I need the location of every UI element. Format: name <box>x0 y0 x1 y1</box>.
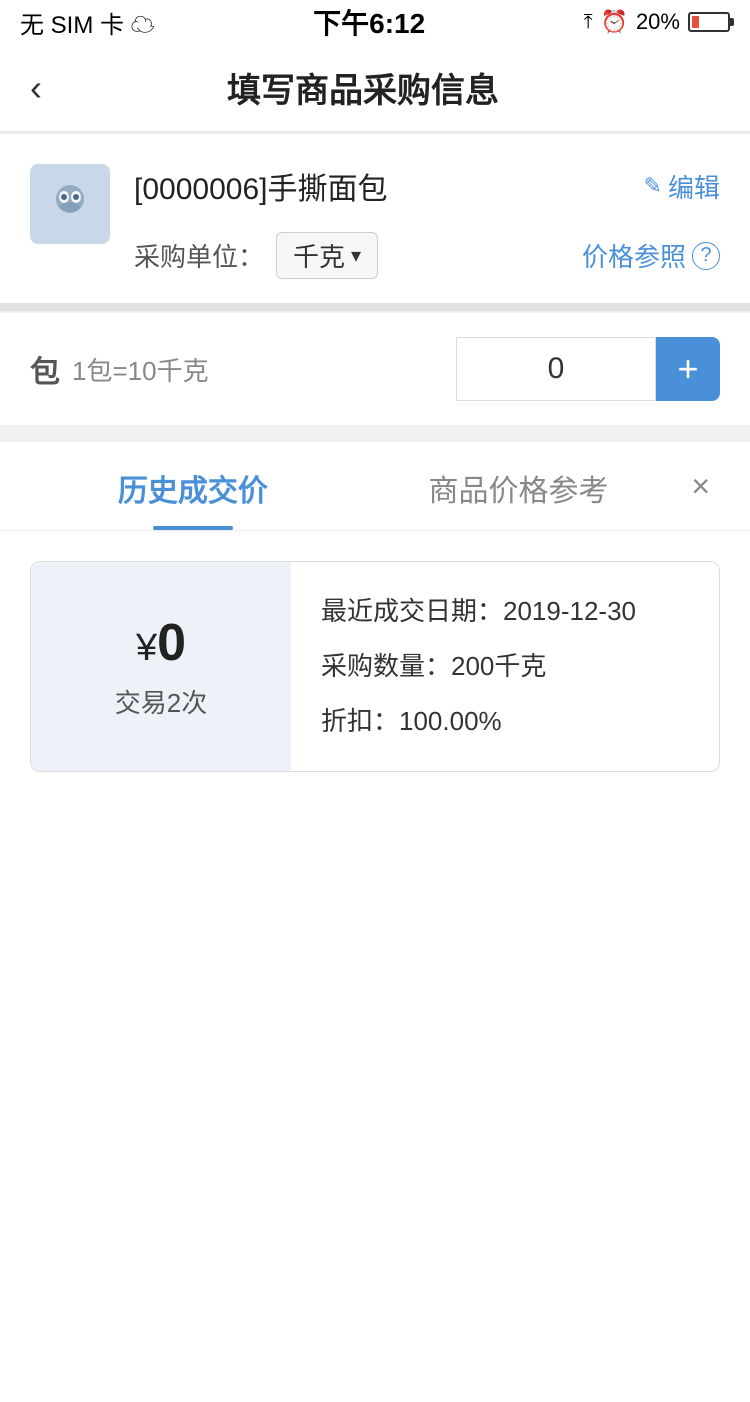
purchase-row: 采购单位： 千克 ▾ 价格参照 ? <box>134 232 720 279</box>
product-thumb-icon <box>45 179 95 229</box>
plus-icon: + <box>677 348 698 390</box>
product-info: [0000006]手撕面包 ✎ 编辑 采购单位： 千克 ▾ 价格参照 ? <box>134 164 720 279</box>
unit-select-dropdown[interactable]: 千克 ▾ <box>276 232 378 279</box>
quantity-unit-badge: 包 <box>30 347 60 391</box>
product-title: 手撕面包 <box>267 173 387 206</box>
card-details: 最近成交日期：2019-12-30 采购数量：200千克 折扣：100.00% <box>291 562 719 771</box>
quantity-conversion-label: 1包=10千克 <box>72 351 209 388</box>
dropdown-arrow-icon: ▾ <box>351 243 361 268</box>
recent-date-row: 最近成交日期：2019-12-30 <box>321 592 689 631</box>
yen-symbol: ¥ <box>136 627 157 669</box>
product-name-row: [0000006]手撕面包 ✎ 编辑 <box>134 164 720 208</box>
tab-price-ref-label: 商品价格参考 <box>428 475 608 508</box>
edit-button[interactable]: ✎ 编辑 <box>644 168 720 205</box>
bottom-white-space <box>0 802 750 1402</box>
edit-label: 编辑 <box>668 168 720 205</box>
purchase-unit-label: 采购单位： <box>134 237 264 274</box>
status-bar: 无 SIM 卡 ☁ 下午6:12 ⤒ ⏰ 20% <box>0 0 750 44</box>
tab-product-price-ref[interactable]: 商品价格参考 <box>356 442 682 530</box>
trade-count-label: 交易2次 <box>115 683 207 720</box>
page-title: 填写商品采购信息 <box>62 63 664 112</box>
location-icon: ⤒ <box>584 11 593 34</box>
help-icon: ? <box>692 242 720 270</box>
price-reference-button[interactable]: 价格参照 ? <box>582 237 720 274</box>
discount-label: 折扣： <box>321 706 399 736</box>
product-section: [0000006]手撕面包 ✎ 编辑 采购单位： 千克 ▾ 价格参照 ? <box>0 134 750 303</box>
card-price-summary: ¥0 交易2次 <box>31 562 291 771</box>
battery-icon <box>688 12 730 32</box>
quantity-input[interactable]: 0 <box>456 337 656 401</box>
battery-percent: 20% <box>636 9 680 35</box>
quantity-label-area: 包 1包=10千克 <box>30 347 209 391</box>
status-left: 无 SIM 卡 ☁ <box>20 5 155 40</box>
purchase-qty-row: 采购数量：200千克 <box>321 647 689 686</box>
recent-date-value: 2019-12-30 <box>503 596 636 626</box>
product-thumbnail <box>30 164 110 244</box>
sim-signal-text: 无 SIM 卡 ☁ <box>20 5 155 40</box>
purchase-qty-label: 采购数量： <box>321 651 451 681</box>
alarm-icon: ⏰ <box>601 9 628 35</box>
history-price-amount: ¥0 <box>136 613 186 673</box>
tabs-section: 历史成交价 商品价格参考 × ¥0 交易2次 最近成交日期：2019-12-30… <box>0 442 750 802</box>
history-price-card: ¥0 交易2次 最近成交日期：2019-12-30 采购数量：200千克 折扣：… <box>30 561 720 772</box>
edit-icon: ✎ <box>644 173 662 199</box>
back-button[interactable]: ‹ <box>30 67 42 109</box>
quantity-section: 包 1包=10千克 0 + <box>0 313 750 426</box>
price-ref-label: 价格参照 <box>582 237 686 274</box>
unit-value: 千克 <box>293 237 345 274</box>
purchase-unit: 采购单位： 千克 ▾ <box>134 232 378 279</box>
quantity-value: 0 <box>548 352 565 386</box>
product-row: [0000006]手撕面包 ✎ 编辑 采购单位： 千克 ▾ 价格参照 ? <box>30 164 720 279</box>
quantity-plus-button[interactable]: + <box>656 337 720 401</box>
status-time: 下午6:12 <box>313 2 425 42</box>
product-name: [0000006]手撕面包 <box>134 164 387 208</box>
price-number: 0 <box>157 614 186 672</box>
tab-history-price[interactable]: 历史成交价 <box>30 442 356 530</box>
tab-history-label: 历史成交价 <box>118 475 268 508</box>
quantity-control: 0 + <box>456 337 720 401</box>
product-id: [0000006] <box>134 173 267 206</box>
purchase-qty-value: 200千克 <box>451 651 546 681</box>
status-right: ⤒ ⏰ 20% <box>584 9 730 35</box>
section-divider <box>0 303 750 311</box>
tab-close-button[interactable]: × <box>681 468 720 505</box>
discount-row: 折扣：100.00% <box>321 702 689 741</box>
discount-value: 100.00% <box>399 706 502 736</box>
tab-content: ¥0 交易2次 最近成交日期：2019-12-30 采购数量：200千克 折扣：… <box>0 531 750 802</box>
recent-date-label: 最近成交日期： <box>321 596 503 626</box>
tabs-header: 历史成交价 商品价格参考 × <box>0 442 750 531</box>
page-header: ‹ 填写商品采购信息 <box>0 44 750 132</box>
